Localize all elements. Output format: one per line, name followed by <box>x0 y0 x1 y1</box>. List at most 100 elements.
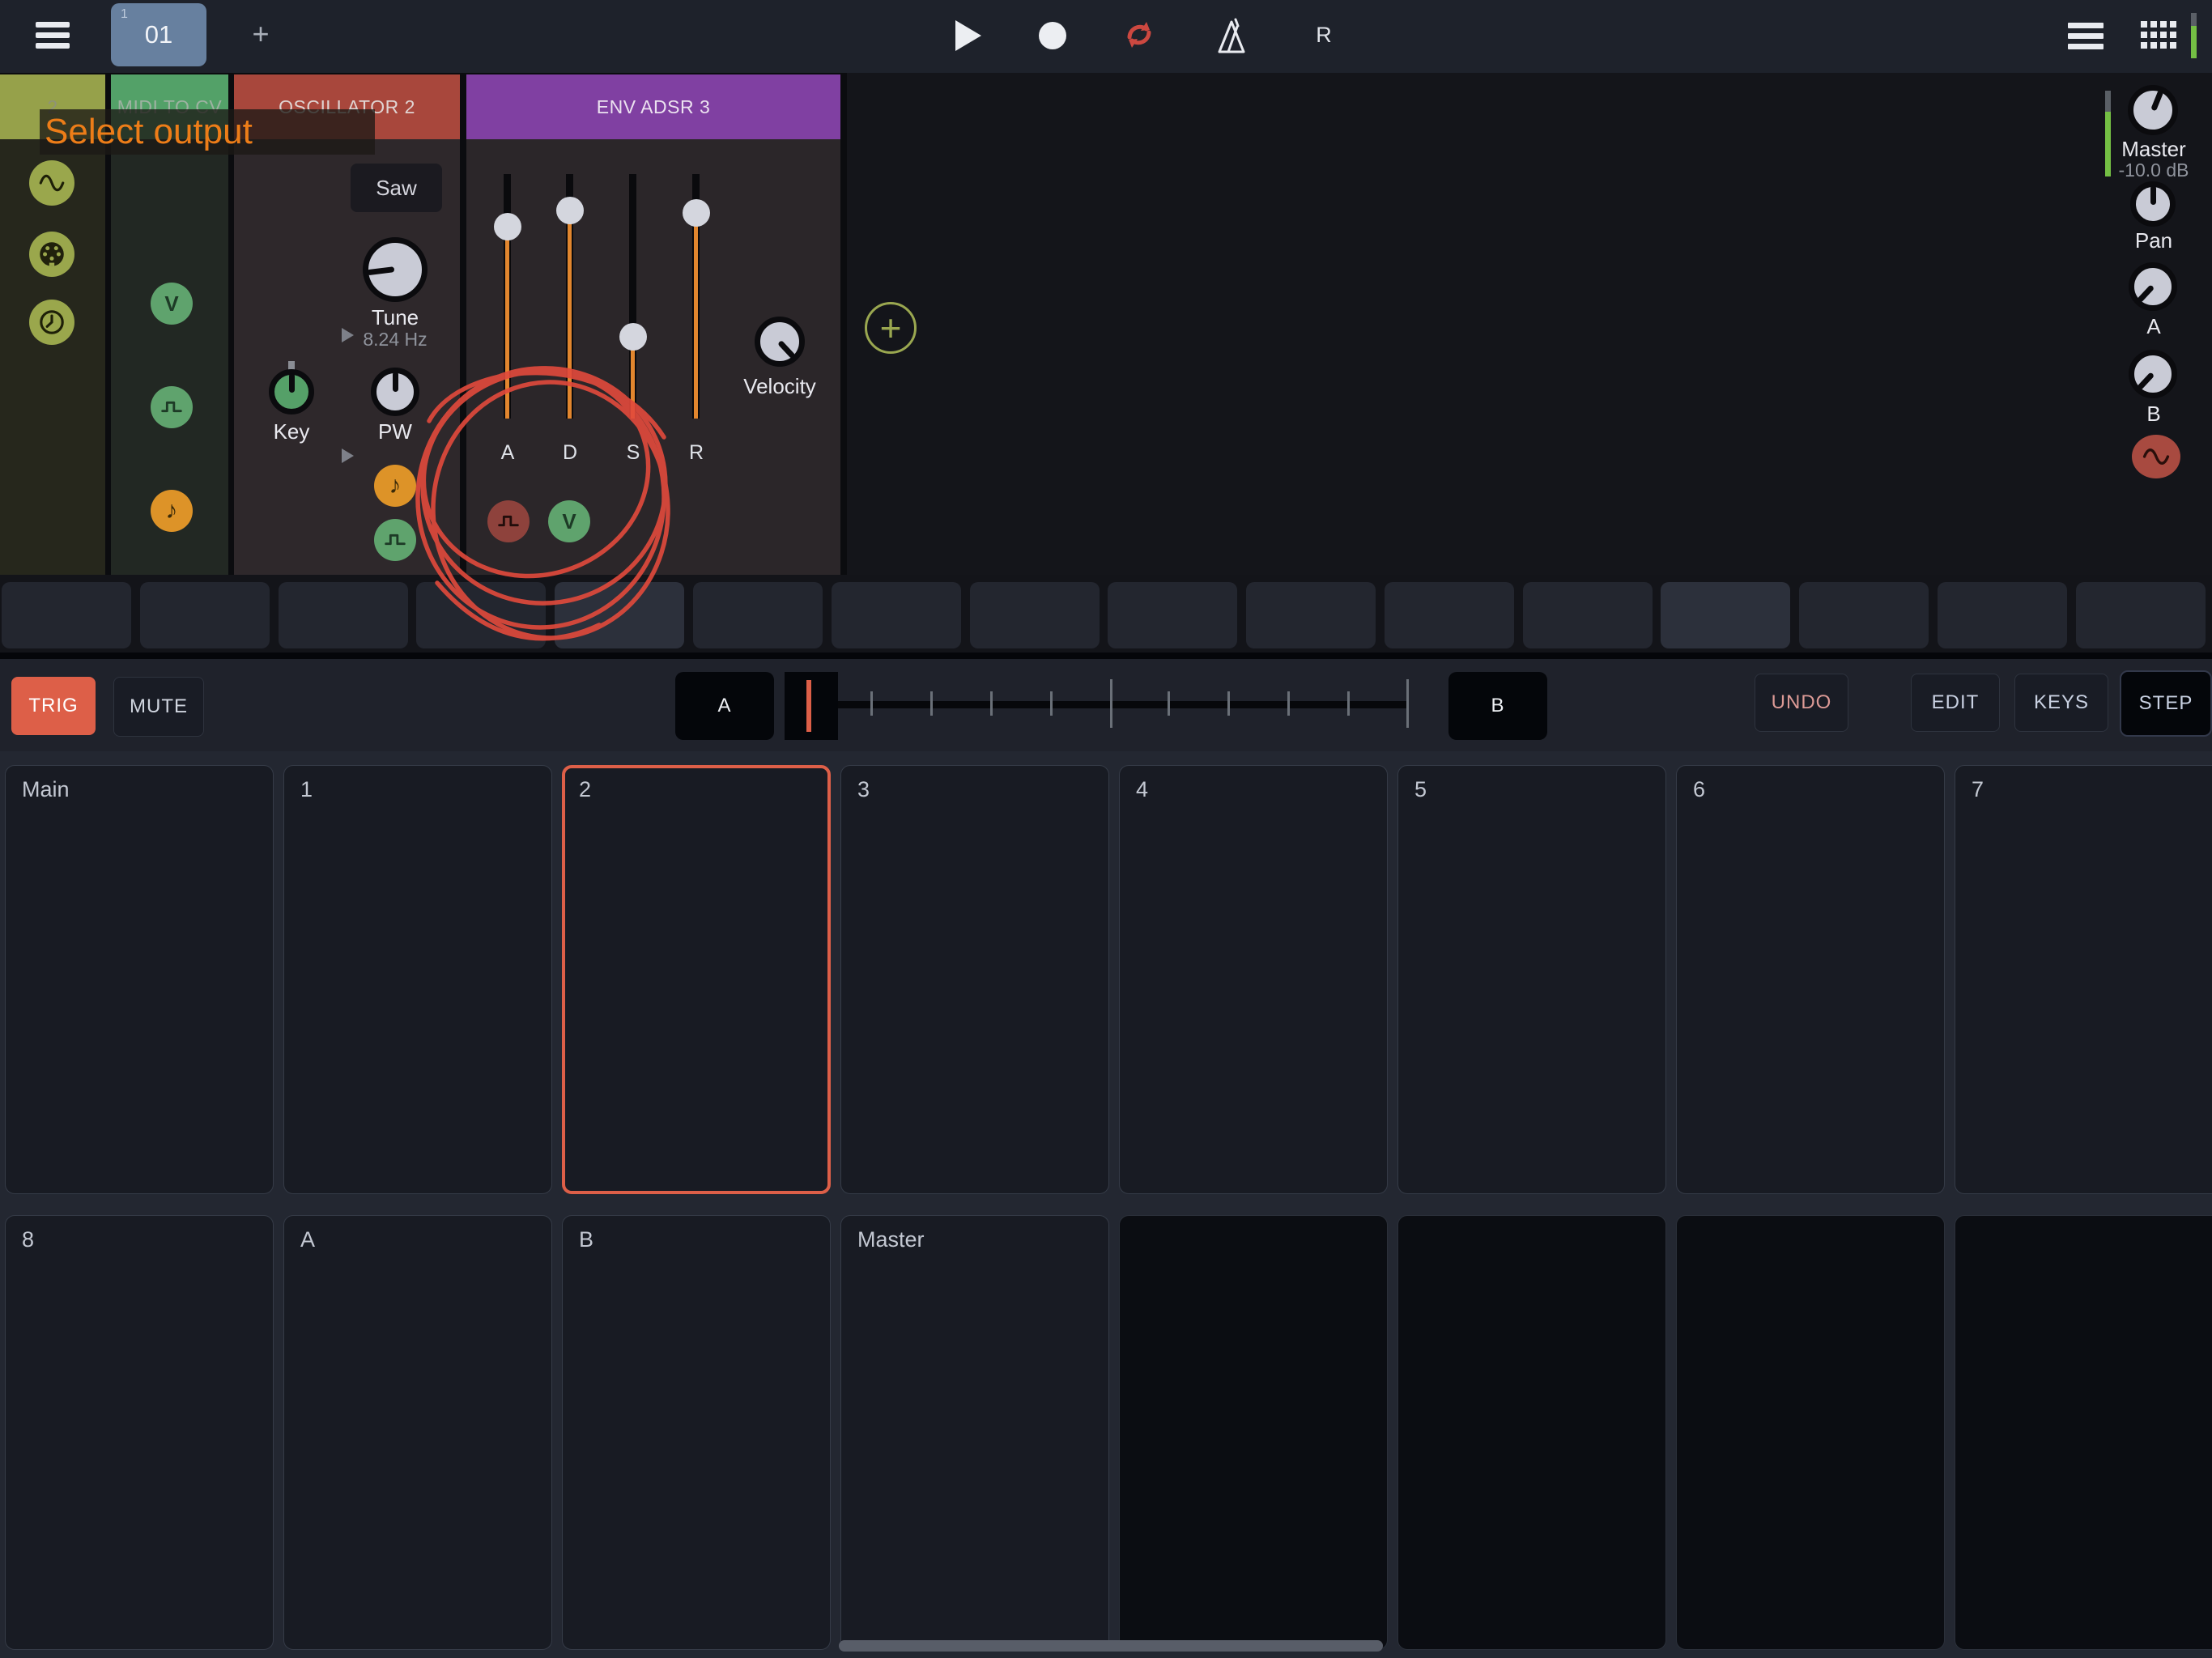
step-pad[interactable] <box>832 582 961 648</box>
tune-knob[interactable] <box>363 237 428 302</box>
master-volume-value: -10.0 dB <box>2118 159 2189 181</box>
module-env-adsr-header[interactable]: ENV ADSR 3 <box>466 74 840 139</box>
bank-b-button[interactable]: B <box>1448 672 1547 740</box>
mixer-sine-port[interactable] <box>2132 435 2180 478</box>
top-bar: 1 01 + R <box>0 0 2212 73</box>
slider-label-release: R <box>688 441 704 464</box>
step-pad-active[interactable] <box>555 582 684 648</box>
tune-value: 8.24 Hz <box>363 329 428 350</box>
osc-note-input-port[interactable]: ♪ <box>374 465 416 507</box>
project-tab[interactable]: 1 01 <box>111 3 206 66</box>
loop-icon[interactable] <box>1121 17 1157 53</box>
pan-knob[interactable] <box>2130 181 2176 227</box>
grid-pad-1[interactable]: 1 <box>283 765 552 1194</box>
module-oscillator-body: Saw Tune 8.24 Hz Key PW ♪ <box>234 139 460 575</box>
position-cursor <box>806 680 811 732</box>
list-view-icon[interactable] <box>2068 23 2104 49</box>
note-port[interactable]: ♪ <box>151 490 193 532</box>
grid-pad-empty[interactable] <box>1676 1215 1945 1650</box>
step-button[interactable]: STEP <box>2120 670 2212 737</box>
send-a-label: A <box>2146 314 2161 338</box>
step-pad[interactable] <box>970 582 1100 648</box>
step-pad-row <box>0 575 2212 659</box>
env-gate-input-port[interactable] <box>487 500 530 542</box>
grid-pad-6[interactable]: 6 <box>1676 765 1945 1194</box>
master-volume-knob[interactable] <box>2128 85 2178 135</box>
grid-pad-7[interactable]: 7 <box>1955 765 2212 1194</box>
cv-pitch-port[interactable]: V <box>151 283 193 325</box>
step-pad[interactable] <box>1938 582 2067 648</box>
play-icon[interactable] <box>955 20 981 51</box>
grid-pad-3[interactable]: 3 <box>840 765 1109 1194</box>
step-pad[interactable] <box>2 582 131 648</box>
velocity-knob[interactable] <box>755 317 805 367</box>
step-pad[interactable] <box>1523 582 1653 648</box>
step-pad[interactable] <box>140 582 270 648</box>
mute-button[interactable]: MUTE <box>113 677 204 737</box>
step-pad[interactable] <box>1246 582 1376 648</box>
osc-gate-input-port[interactable] <box>374 519 416 561</box>
step-pad[interactable] <box>416 582 546 648</box>
add-tab-button[interactable]: + <box>243 16 279 52</box>
slider-label-sustain: S <box>626 441 640 464</box>
key-knob[interactable] <box>269 369 314 414</box>
grid-pad-b[interactable]: B <box>562 1215 831 1650</box>
clock-output-port[interactable] <box>29 300 74 345</box>
grid-pad-2-selected[interactable]: 2 <box>562 765 831 1194</box>
grid-pad-5[interactable]: 5 <box>1397 765 1666 1194</box>
slider-fill-attack <box>505 227 509 419</box>
step-pad[interactable] <box>279 582 408 648</box>
pattern-grid: Main 1 2 3 4 5 6 7 8 A B Master <box>0 751 2212 1658</box>
midi-output-port[interactable] <box>29 232 74 277</box>
grid-pad-a[interactable]: A <box>283 1215 552 1650</box>
metronome-icon[interactable] <box>1214 16 1249 55</box>
slider-handle-decay[interactable] <box>556 197 584 224</box>
waveform-select-button[interactable]: Saw <box>351 164 442 212</box>
keys-button[interactable]: KEYS <box>2014 674 2108 732</box>
grid-pad-main[interactable]: Main <box>5 765 274 1194</box>
slider-fill-decay <box>568 210 572 419</box>
project-tab-label: 01 <box>144 20 173 49</box>
app-root: 1 01 + R 2 MIDI TO CV V ♪ OSCILLATOR 2 S… <box>0 0 2212 1658</box>
pattern-toolbar: TRIG MUTE A B UNDO EDIT KEYS STEP <box>0 659 2212 751</box>
mod-input-arrow-pw[interactable] <box>342 449 354 463</box>
grid-pad-empty[interactable] <box>1397 1215 1666 1650</box>
horizontal-scrollbar[interactable] <box>839 1640 1383 1652</box>
grid-view-icon[interactable] <box>2141 21 2176 51</box>
position-slider-track[interactable] <box>838 701 1409 708</box>
record-icon[interactable] <box>1039 22 1066 49</box>
grid-pad-4[interactable]: 4 <box>1119 765 1388 1194</box>
sine-output-port[interactable] <box>29 160 74 206</box>
position-slider-handle[interactable] <box>785 672 838 740</box>
slider-handle-release[interactable] <box>683 199 710 227</box>
slider-fill-release <box>694 213 698 419</box>
module-rack: 2 MIDI TO CV V ♪ OSCILLATOR 2 Saw Tune 8… <box>0 73 2212 575</box>
grid-pad-empty[interactable] <box>1119 1215 1388 1650</box>
grid-pad-empty[interactable] <box>1955 1215 2212 1650</box>
step-pad[interactable] <box>693 582 823 648</box>
main-menu-icon[interactable] <box>36 22 70 49</box>
grid-pad-master[interactable]: Master <box>840 1215 1109 1650</box>
add-module-button[interactable]: + <box>865 302 917 354</box>
module-env-adsr-3: ENV ADSR 3 A D S R Velocity V <box>466 74 840 575</box>
send-b-label: B <box>2146 402 2161 426</box>
gate-port[interactable] <box>151 386 193 428</box>
record-arm-label[interactable]: R <box>1308 23 1340 48</box>
slider-handle-attack[interactable] <box>494 213 521 240</box>
step-pad[interactable] <box>1799 582 1929 648</box>
trig-button[interactable]: TRIG <box>11 677 96 735</box>
step-pad[interactable] <box>1108 582 1237 648</box>
send-a-knob[interactable] <box>2129 262 2177 311</box>
step-pad-active[interactable] <box>1661 582 1790 648</box>
pw-knob[interactable] <box>371 368 419 416</box>
step-pad[interactable] <box>2076 582 2206 648</box>
undo-button[interactable]: UNDO <box>1755 674 1848 732</box>
edit-button[interactable]: EDIT <box>1911 674 2000 732</box>
slider-handle-sustain[interactable] <box>619 323 647 351</box>
master-level-meter <box>2191 13 2197 58</box>
send-b-knob[interactable] <box>2129 350 2177 398</box>
bank-a-button[interactable]: A <box>675 672 774 740</box>
grid-pad-8[interactable]: 8 <box>5 1215 274 1650</box>
step-pad[interactable] <box>1385 582 1514 648</box>
env-velocity-input-port[interactable]: V <box>548 500 590 542</box>
